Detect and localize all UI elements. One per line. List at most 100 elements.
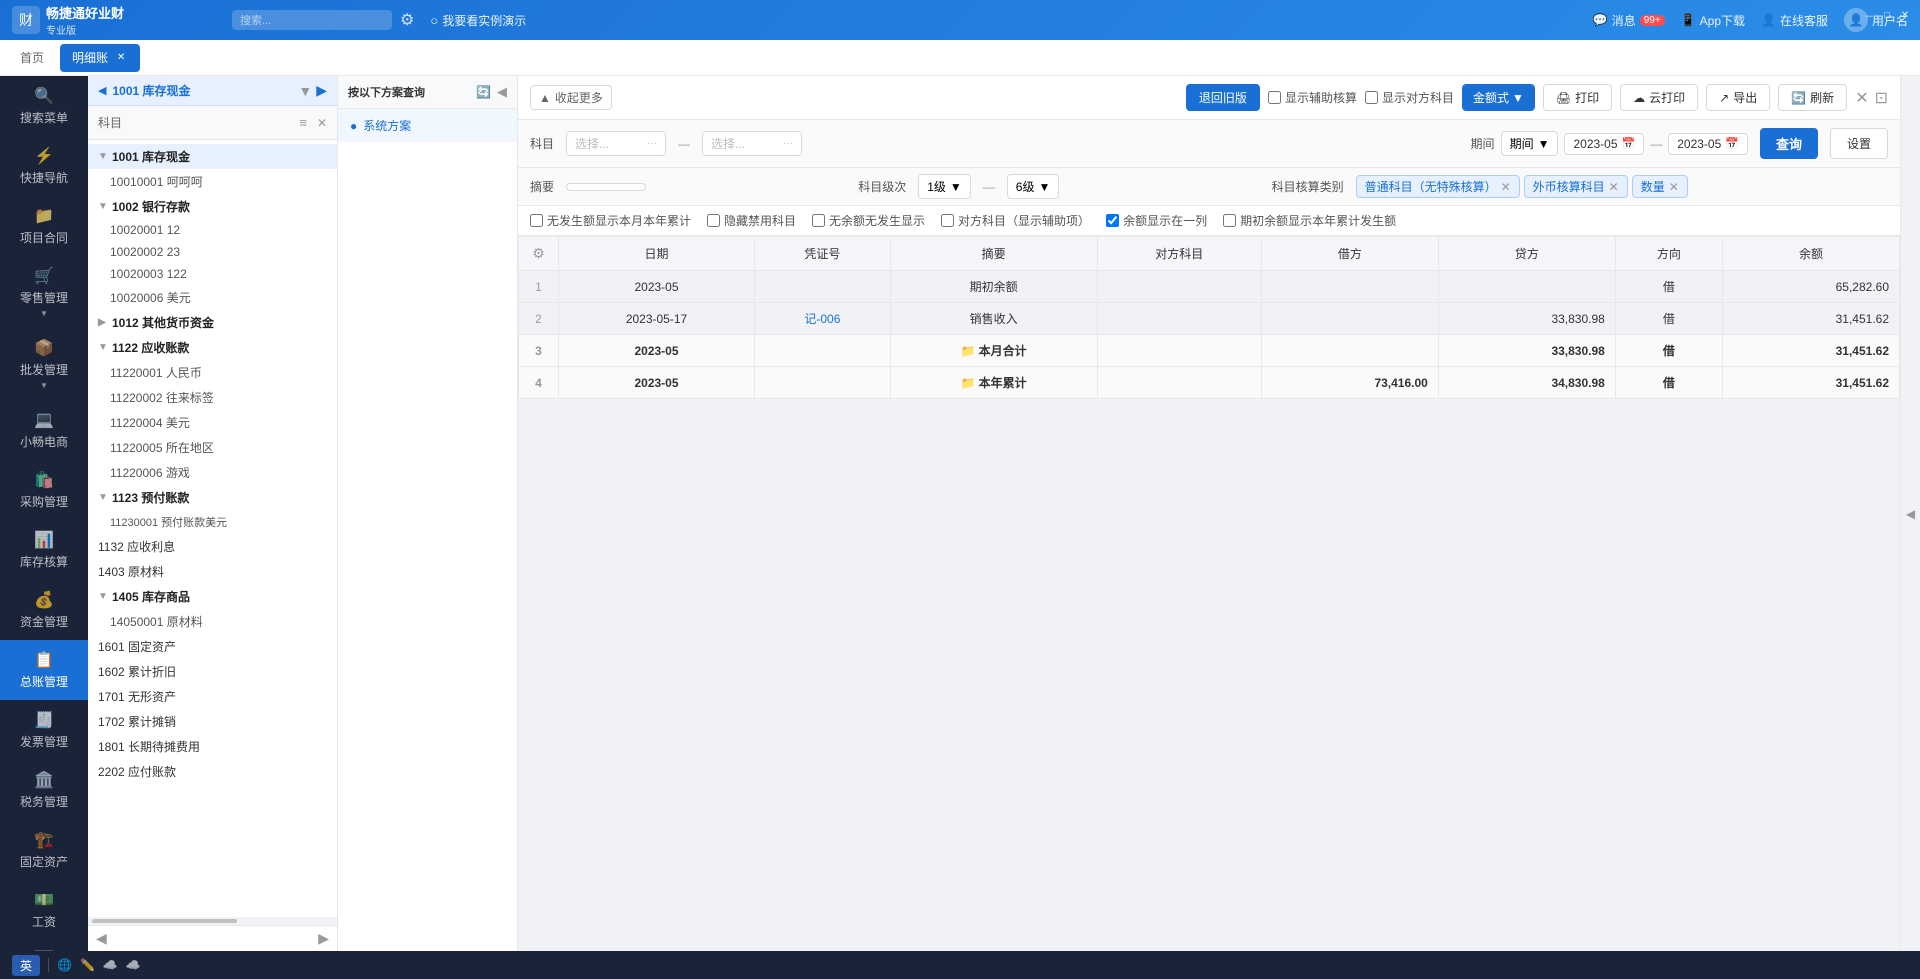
level-to-select[interactable]: 6级 ▼ xyxy=(1007,174,1060,199)
tag-ordinary-close[interactable]: ✕ xyxy=(1501,180,1511,194)
show-opposite-input[interactable] xyxy=(1365,91,1378,104)
sidebar-item-purchase[interactable]: 🛍️ 采购管理 xyxy=(0,460,88,520)
show-assist-checkbox[interactable]: 显示辅助核算 xyxy=(1268,89,1357,106)
notification-btn[interactable]: 💬 消息 99+ xyxy=(1593,12,1665,29)
app-download-btn[interactable]: 📱 App下载 xyxy=(1681,12,1745,29)
tree-node-11220006[interactable]: 11220006 游戏 xyxy=(88,460,337,485)
tree-node-1702[interactable]: 1702 累计摊销 xyxy=(88,709,337,734)
status-item-2[interactable]: ✏️ xyxy=(80,958,95,972)
period-to-input[interactable]: 2023-05 📅 xyxy=(1668,133,1748,155)
tree-left-icon[interactable]: ◀ xyxy=(96,930,107,947)
sidebar-item-search[interactable]: 🔍 搜索菜单 xyxy=(0,76,88,136)
tree-node-10010001[interactable]: 10010001 呵呵呵 xyxy=(88,169,337,194)
tree-node-10020006[interactable]: 10020006 美元 xyxy=(88,285,337,310)
cb-no-occur-input[interactable] xyxy=(530,214,543,227)
tree-node-11220001[interactable]: 11220001 人民币 xyxy=(88,360,337,385)
panel-maximize-btn[interactable]: ⊡ xyxy=(1875,88,1888,108)
status-item-4[interactable]: ☁️ xyxy=(126,958,141,972)
tree-node-1801[interactable]: 1801 长期待摊费用 xyxy=(88,734,337,759)
close-btn[interactable]: ✕ xyxy=(1898,8,1912,22)
cb-show-ytd[interactable]: 期初余额显示本年累计发生额 xyxy=(1223,212,1396,229)
sidebar-item-inventory[interactable]: 📊 库存核算 xyxy=(0,520,88,580)
period-from-input[interactable]: 2023-05 📅 xyxy=(1564,133,1644,155)
cb-opposite-input[interactable] xyxy=(941,214,954,227)
header-search[interactable]: 搜索... xyxy=(232,10,392,30)
cb-opposite[interactable]: 对方科目（显示辅助项） xyxy=(941,212,1090,229)
tree-node-1601[interactable]: 1601 固定资产 xyxy=(88,634,337,659)
tree-node-1001[interactable]: ▼ 1001 库存现金 xyxy=(88,144,337,169)
tree-list-icon[interactable]: ≡ xyxy=(299,115,307,130)
period-type-select[interactable]: 期间 ▼ xyxy=(1501,131,1559,156)
tab-detail-close[interactable]: ✕ xyxy=(114,51,128,65)
tree-node-11220002[interactable]: 11220002 往来标签 xyxy=(88,385,337,410)
tree-node-1012[interactable]: ▶ 1012 其他货币资金 xyxy=(88,310,337,335)
tree-node-1403[interactable]: 1403 原材料 xyxy=(88,559,337,584)
export-btn[interactable]: ↗ 导出 xyxy=(1706,84,1770,111)
back-old-btn[interactable]: 退回旧版 xyxy=(1186,84,1260,111)
cb-show-ytd-input[interactable] xyxy=(1223,214,1236,227)
show-assist-input[interactable] xyxy=(1268,91,1281,104)
subject-from-input[interactable]: 选择... ··· xyxy=(566,131,666,156)
tree-node-10020001[interactable]: 10020001 12 xyxy=(88,219,337,241)
tree-node-11220004[interactable]: 11220004 美元 xyxy=(88,410,337,435)
cloud-print-btn[interactable]: ☁ 云打印 xyxy=(1620,84,1698,111)
scheme-close-icon[interactable]: ◀ xyxy=(497,84,507,100)
sidebar-item-capital[interactable]: 💰 资金管理 xyxy=(0,580,88,640)
sidebar-item-ecommerce[interactable]: 💻 小畅电商 xyxy=(0,400,88,460)
minimize-btn[interactable]: － xyxy=(1862,8,1876,22)
cb-no-balance[interactable]: 无余额无发生显示 xyxy=(812,212,925,229)
tree-node-1405[interactable]: ▼ 1405 库存商品 xyxy=(88,584,337,609)
tree-node-1132[interactable]: 1132 应收利息 xyxy=(88,534,337,559)
tree-node-1602[interactable]: 1602 累计折旧 xyxy=(88,659,337,684)
table-settings-icon[interactable]: ⚙ xyxy=(532,245,545,261)
voucher-link-2[interactable]: 记-006 xyxy=(804,312,840,326)
status-item-1[interactable]: 🌐 xyxy=(57,958,72,972)
tag-foreign[interactable]: 外币核算科目 ✕ xyxy=(1524,175,1628,198)
cb-no-occur[interactable]: 无发生额显示本月本年累计 xyxy=(530,212,691,229)
collapse-tree-icon[interactable]: ◀ xyxy=(98,84,106,97)
cb-hide-disabled[interactable]: 隐藏禁用科目 xyxy=(707,212,796,229)
subject-to-input[interactable]: 选择... ··· xyxy=(702,131,802,156)
sidebar-item-retail[interactable]: 🛒 零售管理 ▼ xyxy=(0,256,88,328)
right-collapse-panel[interactable]: ◀ xyxy=(1900,76,1920,951)
sidebar-item-project[interactable]: 📁 项目合同 xyxy=(0,196,88,256)
tree-node-10020003[interactable]: 10020003 122 xyxy=(88,263,337,285)
show-opposite-checkbox[interactable]: 显示对方科目 xyxy=(1365,89,1454,106)
sidebar-item-invoice[interactable]: 🧾 发票管理 xyxy=(0,700,88,760)
status-item-3[interactable]: ☁️ xyxy=(103,958,118,972)
tab-home[interactable]: 首页 xyxy=(8,44,56,72)
panel-close-btn[interactable]: ✕ xyxy=(1855,88,1868,108)
tree-scrollbar[interactable] xyxy=(88,917,337,925)
settings-icon[interactable]: ⚙ xyxy=(400,10,414,30)
tree-node-10020002[interactable]: 10020002 23 xyxy=(88,241,337,263)
sidebar-item-asset[interactable]: 🏗️ 固定资产 xyxy=(0,820,88,880)
sidebar-item-general[interactable]: 📋 总账管理 xyxy=(0,640,88,700)
tree-next-btn[interactable]: ▶ xyxy=(316,82,327,99)
online-service-btn[interactable]: 👤 在线客服 xyxy=(1761,12,1828,29)
tree-settings-icon[interactable]: ✕ xyxy=(317,116,327,130)
tree-right-icon[interactable]: ▶ xyxy=(318,930,329,947)
amount-style-btn[interactable]: 金额式 ▼ xyxy=(1463,85,1534,110)
tag-quantity[interactable]: 数量 ✕ xyxy=(1632,175,1688,198)
print-btn[interactable]: 🖨 打印 xyxy=(1543,84,1612,111)
demo-link[interactable]: ○ 我要看实例演示 xyxy=(430,12,526,29)
cb-show-balance-input[interactable] xyxy=(1106,214,1119,227)
tag-foreign-close[interactable]: ✕ xyxy=(1609,180,1619,194)
cb-show-balance[interactable]: 余额显示在一列 xyxy=(1106,212,1207,229)
tree-node-2202[interactable]: 2202 应付账款 xyxy=(88,759,337,784)
level-from-select[interactable]: 1级 ▼ xyxy=(918,174,971,199)
tree-node-1002[interactable]: ▼ 1002 银行存款 xyxy=(88,194,337,219)
tab-detail[interactable]: 明细账 ✕ xyxy=(60,44,140,72)
cb-no-balance-input[interactable] xyxy=(812,214,825,227)
lang-switch-btn[interactable]: 英 xyxy=(12,955,40,976)
tree-node-1123[interactable]: ▼ 1123 预付账款 xyxy=(88,485,337,510)
tag-ordinary[interactable]: 普通科目（无特殊核算） ✕ xyxy=(1356,175,1520,198)
tree-node-1122[interactable]: ▼ 1122 应收账款 xyxy=(88,335,337,360)
sidebar-item-tax[interactable]: 🏛️ 税务管理 xyxy=(0,760,88,820)
tree-expand-btn[interactable]: ▼ xyxy=(298,83,312,99)
maximize-btn[interactable]: □ xyxy=(1880,8,1894,22)
tree-node-14050001[interactable]: 14050001 原材料 xyxy=(88,609,337,634)
sidebar-item-operations[interactable]: 📈 经营管理 xyxy=(0,940,88,951)
scheme-item-system[interactable]: ● 系统方案 xyxy=(338,109,517,142)
sidebar-item-payroll[interactable]: 💵 工资 xyxy=(0,880,88,940)
